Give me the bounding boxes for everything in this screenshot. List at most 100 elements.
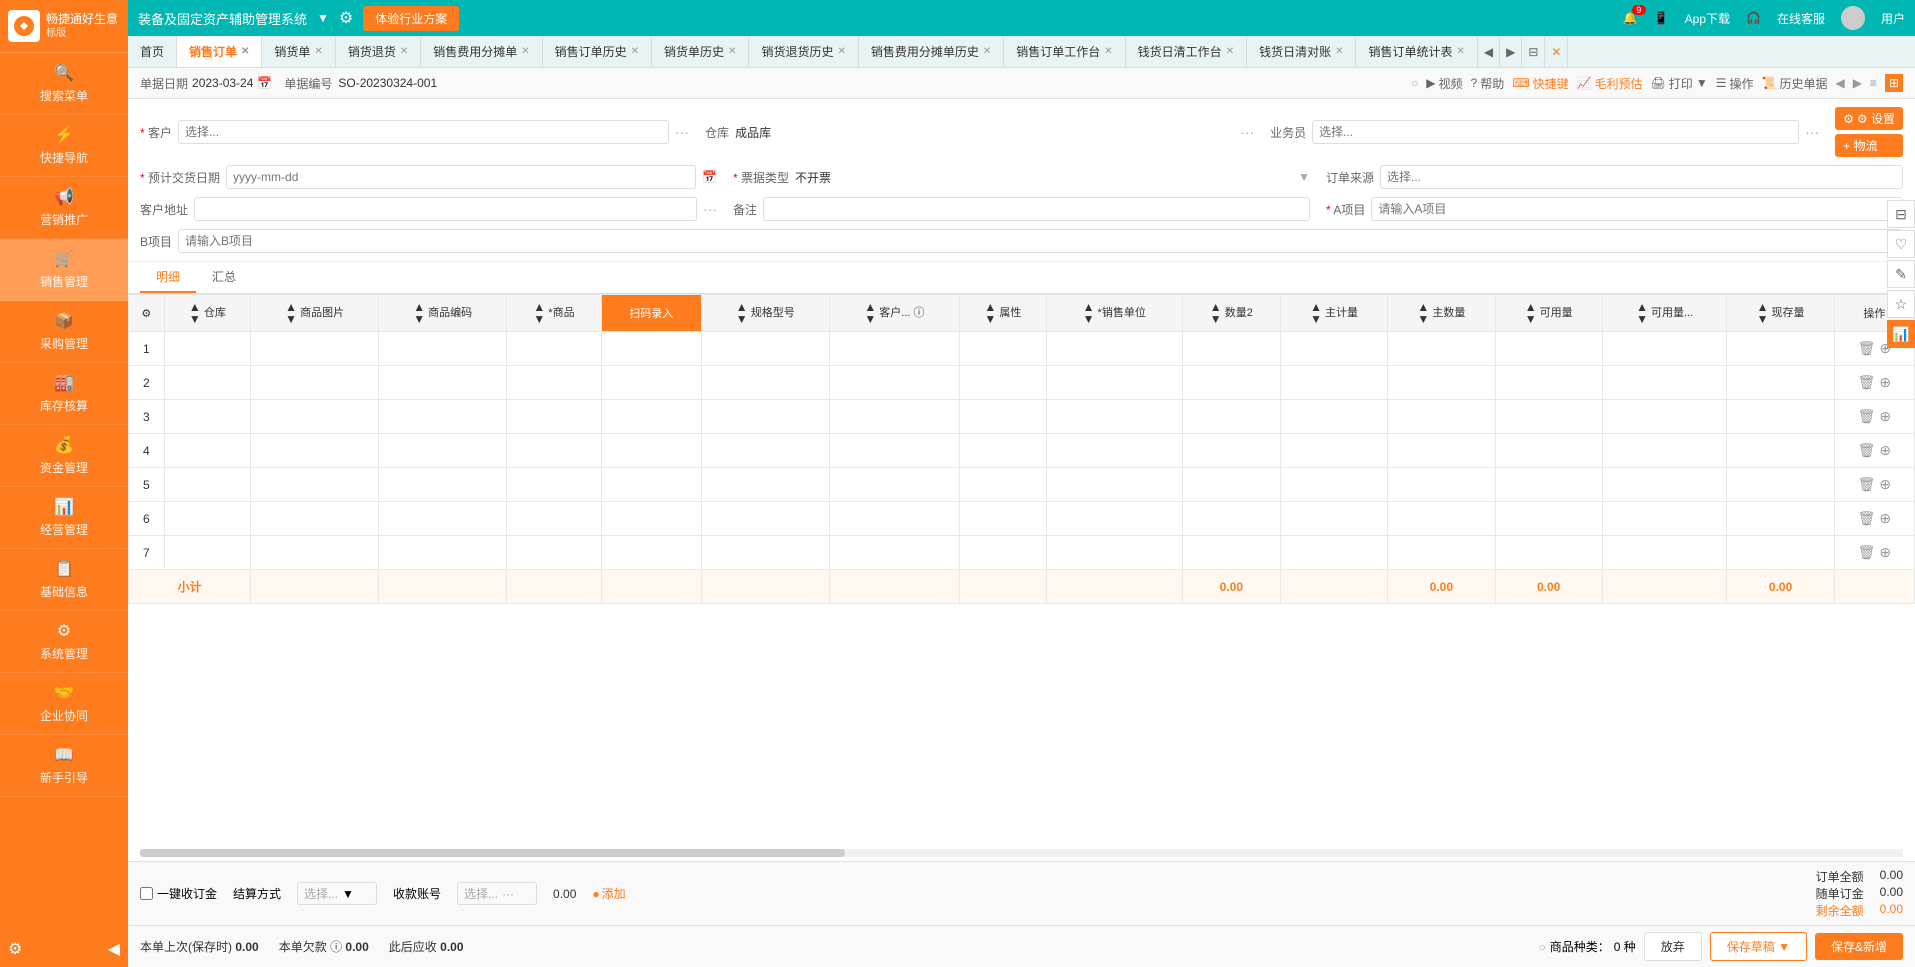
add-btn[interactable]: ● 添加 bbox=[592, 885, 625, 902]
sidebar-item-inventory[interactable]: 🏭 库存核算 bbox=[0, 363, 128, 425]
save-draft-button[interactable]: 保存草稿 ▼ bbox=[1710, 932, 1807, 961]
tab-close-icon[interactable]: ✕ bbox=[241, 46, 249, 57]
float-btn-3[interactable]: ✎ bbox=[1887, 260, 1915, 288]
sidebar-item-enterprise[interactable]: 🤝 企业协同 bbox=[0, 673, 128, 735]
calendar-icon[interactable]: 📅 bbox=[257, 76, 272, 90]
save-draft-dropdown-icon[interactable]: ▼ bbox=[1778, 940, 1790, 954]
tab-close-icon[interactable]: ✕ bbox=[983, 46, 991, 57]
float-btn-1[interactable]: ⊟ bbox=[1887, 200, 1915, 228]
tab-summary[interactable]: 汇总 bbox=[196, 262, 252, 293]
col-customer-code[interactable]: ▲▼ 客户... ⓘ bbox=[829, 295, 959, 332]
avatar[interactable] bbox=[1841, 6, 1865, 30]
sidebar-item-system[interactable]: ⚙ 系统管理 bbox=[0, 611, 128, 673]
history-btn[interactable]: 📜 历史单据 bbox=[1761, 75, 1827, 92]
tab-close-icon[interactable]: ✕ bbox=[631, 46, 639, 57]
col-settings[interactable]: ⚙ bbox=[129, 295, 165, 332]
copy-icon[interactable]: ⊕ bbox=[1879, 476, 1891, 493]
tabs-next-btn[interactable]: ▶ bbox=[1500, 36, 1522, 67]
sidebar-item-operations[interactable]: 📊 经营管理 bbox=[0, 487, 128, 549]
table-scrollbar[interactable] bbox=[140, 849, 1903, 857]
tab-close-icon[interactable]: ✕ bbox=[728, 46, 736, 57]
invoice-dropdown-icon[interactable]: ▼ bbox=[1298, 170, 1310, 184]
staff-input[interactable] bbox=[1312, 120, 1799, 144]
app-download[interactable]: App下载 bbox=[1685, 10, 1730, 27]
view-btn[interactable]: ▶ 视频 bbox=[1426, 75, 1462, 92]
settings-icon[interactable]: ⚙ bbox=[8, 939, 22, 959]
delete-icon[interactable]: 🗑 bbox=[1858, 544, 1876, 561]
tab-sales-return[interactable]: 销货退货 ✕ bbox=[336, 36, 421, 67]
list-view-icon[interactable]: ≡ bbox=[1870, 76, 1877, 90]
order-source-input[interactable] bbox=[1380, 165, 1903, 189]
staff-more-btn[interactable]: ··· bbox=[1805, 124, 1819, 140]
col-stock[interactable]: ▲▼ 现存量 bbox=[1727, 295, 1834, 332]
col-available2[interactable]: ▲▼ 可用量... bbox=[1602, 295, 1727, 332]
col-qty2[interactable]: ▲▼ 数量2 bbox=[1182, 295, 1280, 332]
sidebar-item-marketing[interactable]: 📢 营销推广 bbox=[0, 177, 128, 239]
industry-btn[interactable]: 体验行业方案 bbox=[363, 6, 459, 31]
one-click-checkout-checkbox[interactable] bbox=[140, 887, 153, 900]
copy-icon[interactable]: ⊕ bbox=[1879, 408, 1891, 425]
receipt-account-select[interactable]: 选择... ··· bbox=[457, 882, 537, 905]
tab-close-icon[interactable]: ✕ bbox=[1104, 46, 1112, 57]
tab-home[interactable]: 首页 bbox=[128, 36, 177, 67]
tabs-prev-btn[interactable]: ◀ bbox=[1478, 36, 1500, 67]
float-btn-5[interactable]: 📊 bbox=[1887, 320, 1915, 348]
save-new-button[interactable]: 保存&新增 bbox=[1815, 933, 1903, 960]
settings-button[interactable]: ⚙ ⚙ 设置 bbox=[1835, 107, 1903, 130]
tab-detail[interactable]: 明细 bbox=[140, 262, 196, 293]
a-project-input[interactable] bbox=[1371, 197, 1903, 221]
tab-daily-clear[interactable]: 钱货日清工作台 ✕ bbox=[1126, 36, 1247, 67]
float-btn-4[interactable]: ☆ bbox=[1887, 290, 1915, 318]
tab-sales-slip[interactable]: 销货单 ✕ bbox=[262, 36, 335, 67]
delete-icon[interactable]: 🗑 bbox=[1858, 408, 1876, 425]
delete-icon[interactable]: 🗑 bbox=[1858, 340, 1876, 357]
tab-close-icon[interactable]: ✕ bbox=[400, 46, 408, 57]
tab-close-icon[interactable]: ✕ bbox=[1335, 46, 1343, 57]
address-input[interactable] bbox=[194, 197, 697, 221]
tab-return-history[interactable]: 销货退货历史 ✕ bbox=[749, 36, 858, 67]
col-main-unit[interactable]: ▲▼ 主计量 bbox=[1280, 295, 1387, 332]
copy-icon[interactable]: ⊕ bbox=[1879, 544, 1891, 561]
sidebar-item-search[interactable]: 🔍 搜索菜单 bbox=[0, 53, 128, 115]
online-service[interactable]: 在线客服 bbox=[1777, 10, 1825, 27]
address-more-btn[interactable]: ··· bbox=[703, 201, 717, 217]
profit-btn[interactable]: 📈 毛利预估 bbox=[1577, 75, 1643, 92]
sidebar-item-purchase[interactable]: 📦 采购管理 bbox=[0, 301, 128, 363]
tab-close-icon[interactable]: ✕ bbox=[1226, 46, 1234, 57]
notification-area[interactable]: 🔔 9 bbox=[1623, 11, 1638, 25]
sidebar-item-quick-nav[interactable]: ⚡ 快捷导航 bbox=[0, 115, 128, 177]
copy-icon[interactable]: ⊕ bbox=[1879, 510, 1891, 527]
tab-order-workbench[interactable]: 销售订单工作台 ✕ bbox=[1004, 36, 1125, 67]
tab-close-icon[interactable]: ✕ bbox=[314, 46, 322, 57]
tab-close-icon[interactable]: ✕ bbox=[1457, 46, 1465, 57]
copy-icon[interactable]: ⊕ bbox=[1879, 442, 1891, 459]
tab-sales-stats[interactable]: 销售订单统计表 ✕ bbox=[1356, 36, 1477, 67]
float-btn-2[interactable]: ♡ bbox=[1887, 230, 1915, 258]
sidebar-item-finance[interactable]: 💰 资金管理 bbox=[0, 425, 128, 487]
print-btn[interactable]: 🖨 打印 ▼ bbox=[1651, 75, 1708, 92]
tab-sales-order[interactable]: 销售订单 ✕ bbox=[177, 36, 262, 67]
tab-sales-order-history[interactable]: 销售订单历史 ✕ bbox=[543, 36, 652, 67]
delete-icon[interactable]: 🗑 bbox=[1858, 476, 1876, 493]
tab-expense-history[interactable]: 销售费用分摊单历史 ✕ bbox=[859, 36, 1004, 67]
tab-close-icon[interactable]: ✕ bbox=[521, 46, 529, 57]
grid-view-icon[interactable]: ⊞ bbox=[1885, 74, 1903, 92]
col-main-qty[interactable]: ▲▼ 主数量 bbox=[1388, 295, 1495, 332]
next-record-icon[interactable]: ▶ bbox=[1853, 76, 1862, 90]
col-warehouse[interactable]: ▲▼ 仓库 bbox=[164, 295, 251, 332]
payment-method-select[interactable]: 选择... ▼ bbox=[297, 882, 377, 905]
warehouse-more-btn[interactable]: ··· bbox=[1240, 124, 1254, 140]
col-product-name[interactable]: ▲▼ *商品 bbox=[507, 295, 602, 332]
delivery-calendar-icon[interactable]: 📅 bbox=[702, 170, 717, 184]
receipt-more-btn[interactable]: ··· bbox=[502, 887, 514, 901]
sidebar-item-sales[interactable]: 🛒 销售管理 bbox=[0, 239, 128, 301]
collapse-icon[interactable]: ◀ bbox=[108, 939, 120, 959]
copy-icon[interactable]: ⊕ bbox=[1879, 374, 1891, 391]
b-project-input[interactable] bbox=[178, 229, 1903, 253]
col-product-code[interactable]: ▲▼ 商品编码 bbox=[379, 295, 507, 332]
shortcut-btn[interactable]: ⌨ 快捷键 bbox=[1512, 75, 1568, 92]
col-scan[interactable]: 扫码录入 bbox=[601, 295, 701, 332]
sidebar-item-guide[interactable]: 📖 新手引导 bbox=[0, 735, 128, 797]
delete-icon[interactable]: 🗑 bbox=[1858, 374, 1876, 391]
add-logistics-button[interactable]: + 物流 bbox=[1835, 134, 1903, 157]
